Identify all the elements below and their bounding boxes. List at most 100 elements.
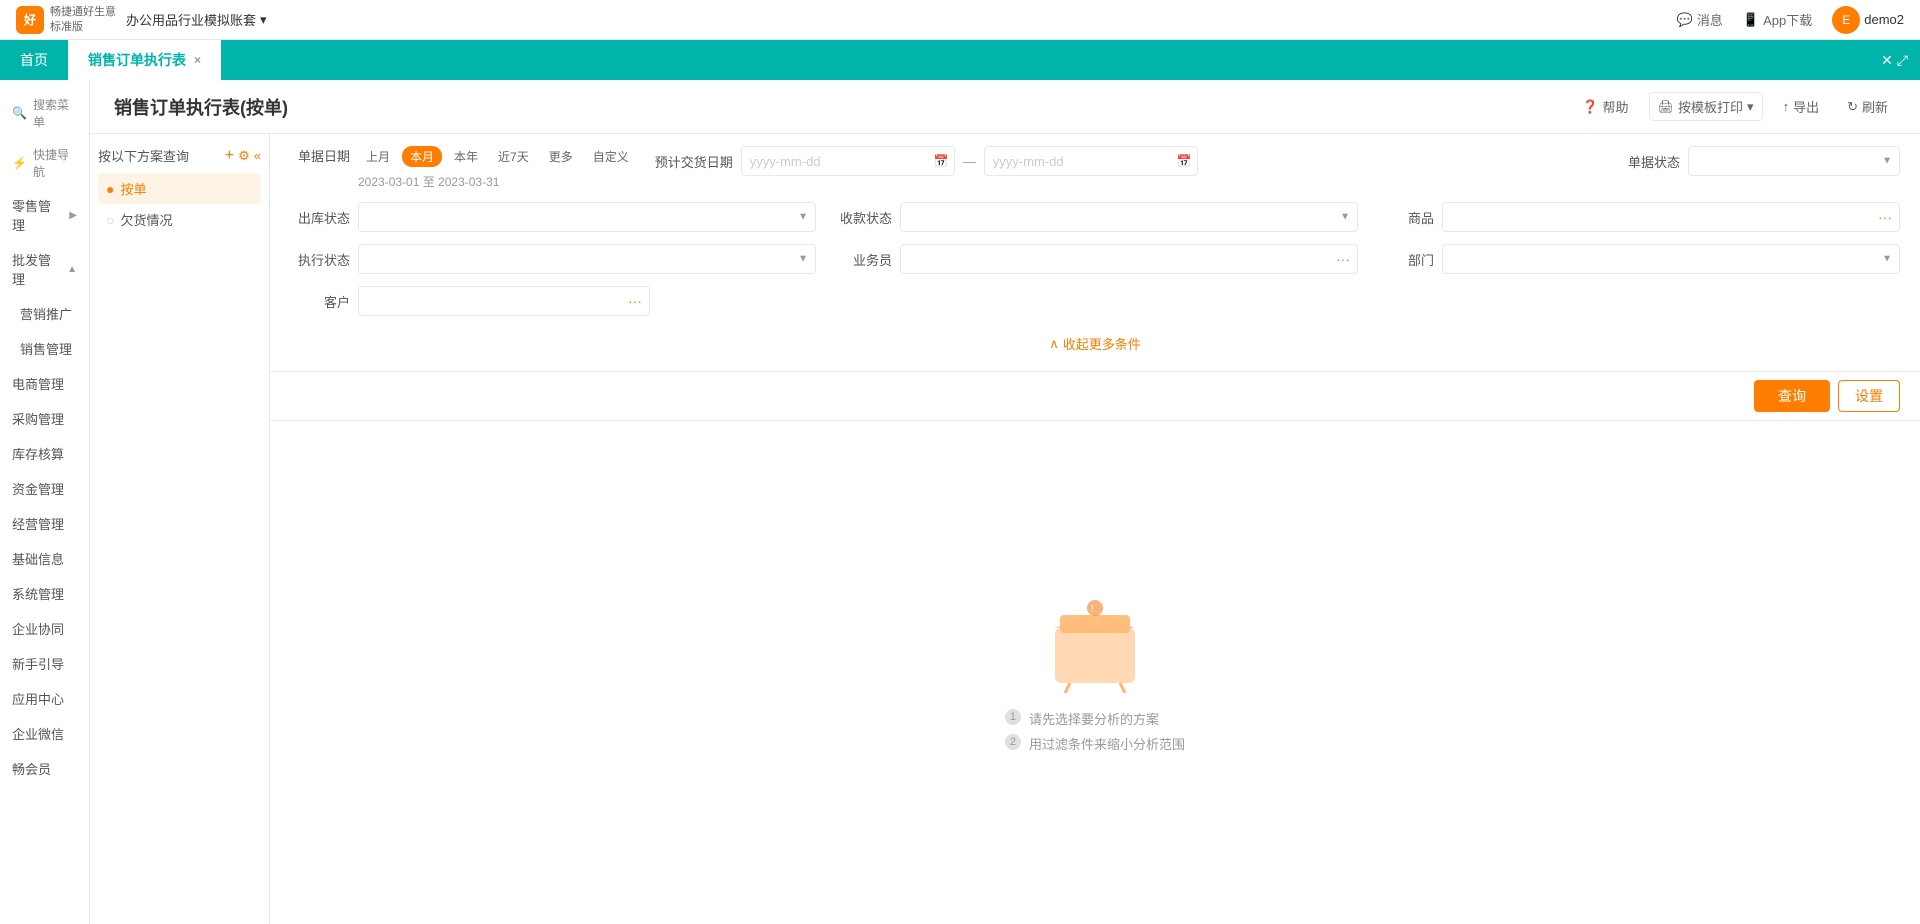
customer-more-icon[interactable]: ··· <box>628 293 642 309</box>
customer-input[interactable] <box>358 286 650 316</box>
recv-status-wrapper: ▼ <box>900 202 1358 232</box>
filter-row-3: 执行状态 ▼ 业务员 · <box>290 244 1900 274</box>
sidebar-search[interactable]: 🔍 搜索菜单 <box>0 88 89 138</box>
sidebar-quick-nav[interactable]: ⚡ 快捷导航 <box>0 138 89 188</box>
sidebar-item-wechat[interactable]: 企业微信 <box>0 716 89 751</box>
add-scheme-button[interactable]: + <box>225 147 234 165</box>
quick-nav-icon: ⚡ <box>12 156 27 170</box>
empty-illustration: ! <box>1035 593 1155 693</box>
sidebar-item-appstore[interactable]: 应用中心 <box>0 681 89 716</box>
exec-status-select[interactable] <box>358 244 816 274</box>
dept-select[interactable] <box>1442 244 1900 274</box>
sidebar-item-basic[interactable]: 基础信息 <box>0 541 89 576</box>
dept-label: 部门 <box>1374 250 1434 269</box>
recv-status-label: 收款状态 <box>832 208 892 227</box>
dept-wrapper: ▼ <box>1442 244 1900 274</box>
date-tab-this-month[interactable]: 本月 <box>402 146 442 167</box>
exec-status-wrapper: ▼ <box>358 244 816 274</box>
date-tab-last-month[interactable]: 上月 <box>358 146 398 167</box>
main-layout: 🔍 搜索菜单 ⚡ 快捷导航 零售管理 ▶ 批发管理 ▲ 营销推广 销售管理 电商… <box>0 80 1920 924</box>
query-button[interactable]: 查询 <box>1754 380 1830 412</box>
filter-row-2: 出库状态 ▼ 收款状态 <box>290 202 1900 232</box>
window-expand-icon[interactable]: ⤢ <box>1897 52 1908 69</box>
expected-date-start-input[interactable] <box>741 146 955 176</box>
settings-scheme-button[interactable]: ⚙ <box>238 148 250 164</box>
tab-close-icon[interactable]: × <box>194 53 201 67</box>
filter-exec-status-group: 执行状态 ▼ <box>290 244 816 274</box>
sidebar-item-marketing[interactable]: 营销推广 <box>0 296 89 331</box>
message-icon: 💬 <box>1677 12 1693 28</box>
sidebar-item-finance[interactable]: 资金管理 <box>0 471 89 506</box>
avatar: E <box>1832 6 1860 34</box>
sidebar-item-retail[interactable]: 零售管理 ▶ <box>0 188 89 242</box>
date-tab-7days[interactable]: 近7天 <box>490 146 537 167</box>
sidebar-item-system[interactable]: 系统管理 <box>0 576 89 611</box>
scheme-item-按单[interactable]: ● 按单 <box>98 173 261 204</box>
calendar-end-icon[interactable]: 📅 <box>1177 154 1192 168</box>
sidebar-item-operation[interactable]: 经营管理 <box>0 506 89 541</box>
tab-sales-order[interactable]: 销售订单执行表 × <box>68 40 221 80</box>
empty-hint: 1 请先选择要分析的方案 2 用过滤条件来缩小分析范围 <box>1005 709 1185 753</box>
expected-date-end-input[interactable] <box>984 146 1198 176</box>
date-tab-this-year[interactable]: 本年 <box>446 146 486 167</box>
left-panel-header: 按以下方案查询 + ⚙ « <box>98 142 261 173</box>
order-status-select[interactable] <box>1688 146 1900 176</box>
user-profile[interactable]: E demo2 <box>1832 6 1904 34</box>
customer-wrapper: ··· <box>358 286 650 316</box>
sidebar-item-ecommerce[interactable]: 电商管理 <box>0 366 89 401</box>
sidebar-item-inventory[interactable]: 库存核算 <box>0 436 89 471</box>
salesman-more-icon[interactable]: ··· <box>1336 251 1350 267</box>
topbar-dropdown-icon[interactable]: ▾ <box>260 12 267 28</box>
refresh-button[interactable]: ↻ 刷新 <box>1839 93 1896 120</box>
scheme-item-欠货情况[interactable]: ○ 欠货情况 <box>98 204 261 235</box>
topbar-left: 好 畅捷通好生意 标准版 办公用品行业模拟账套 ▾ <box>16 5 267 34</box>
collapse-button[interactable]: ∧ 收起更多条件 <box>1043 328 1147 359</box>
out-status-select[interactable] <box>358 202 816 232</box>
print-icon: 🖨 <box>1658 99 1675 115</box>
sidebar-item-wholesale[interactable]: 批发管理 ▲ <box>0 242 89 296</box>
sidebar-item-enterprise[interactable]: 企业协同 <box>0 611 89 646</box>
sidebar-item-sales[interactable]: 销售管理 <box>0 331 89 366</box>
collapse-row: ∧ 收起更多条件 <box>290 328 1900 359</box>
out-status-label: 出库状态 <box>290 208 350 227</box>
filter-recv-status-group: 收款状态 ▼ <box>832 202 1358 232</box>
message-button[interactable]: 💬 消息 <box>1677 10 1723 29</box>
recv-status-select[interactable] <box>900 202 1358 232</box>
goods-input[interactable] <box>1442 202 1900 232</box>
tab-home[interactable]: 首页 <box>0 40 68 80</box>
nav-tab-actions: ✕ ⤢ <box>1869 52 1920 69</box>
sidebar-item-newbie[interactable]: 新手引导 <box>0 646 89 681</box>
nav-tabs: 首页 销售订单执行表 × ✕ ⤢ <box>0 40 1920 80</box>
filter-out-status-group: 出库状态 ▼ <box>290 202 816 232</box>
goods-label: 商品 <box>1374 208 1434 227</box>
set-button[interactable]: 设置 <box>1838 380 1900 412</box>
collapse-panel-button[interactable]: « <box>254 148 261 163</box>
print-button[interactable]: 🖨 按模板打印 ▾ <box>1649 92 1763 121</box>
date-tab-more[interactable]: 更多 <box>541 146 581 167</box>
salesman-input[interactable] <box>900 244 1358 274</box>
date-range-display: 2023-03-01 至 2023-03-31 <box>358 173 637 190</box>
sidebar-item-vip[interactable]: 畅会员 <box>0 751 89 786</box>
goods-more-icon[interactable]: ··· <box>1878 209 1892 225</box>
date-controls: 上月 本月 本年 近7天 更多 自定义 2023-03-01 至 2023-03… <box>358 146 637 190</box>
calendar-start-icon[interactable]: 📅 <box>934 154 949 168</box>
filter-date-group: 单据日期 上月 本月 本年 近7天 更多 自定义 <box>290 146 637 190</box>
action-row: 查询 设置 <box>270 372 1920 421</box>
empty-hint-line1: 1 请先选择要分析的方案 <box>1005 709 1185 728</box>
help-button[interactable]: ❓ 帮助 <box>1574 93 1636 120</box>
left-panel-actions: + ⚙ « <box>225 147 261 165</box>
date-tabs: 上月 本月 本年 近7天 更多 自定义 <box>358 146 637 167</box>
export-button[interactable]: ↑ 导出 <box>1775 93 1828 120</box>
sidebar-item-purchase[interactable]: 采购管理 <box>0 401 89 436</box>
app-download-button[interactable]: 📱 App下载 <box>1743 10 1812 29</box>
out-status-wrapper: ▼ <box>358 202 816 232</box>
topbar-right: 💬 消息 📱 App下载 E demo2 <box>1677 6 1904 34</box>
date-tab-custom[interactable]: 自定义 <box>585 146 637 167</box>
logo-icon: 好 <box>16 6 44 34</box>
page-title: 销售订单执行表(按单) <box>114 94 288 120</box>
window-close-icon[interactable]: ✕ <box>1881 52 1893 69</box>
logo-area: 好 畅捷通好生意 标准版 <box>16 5 116 34</box>
expected-date-end: 📅 <box>984 146 1198 176</box>
sidebar: 🔍 搜索菜单 ⚡ 快捷导航 零售管理 ▶ 批发管理 ▲ 营销推广 销售管理 电商… <box>0 80 90 924</box>
customer-label: 客户 <box>290 292 350 311</box>
